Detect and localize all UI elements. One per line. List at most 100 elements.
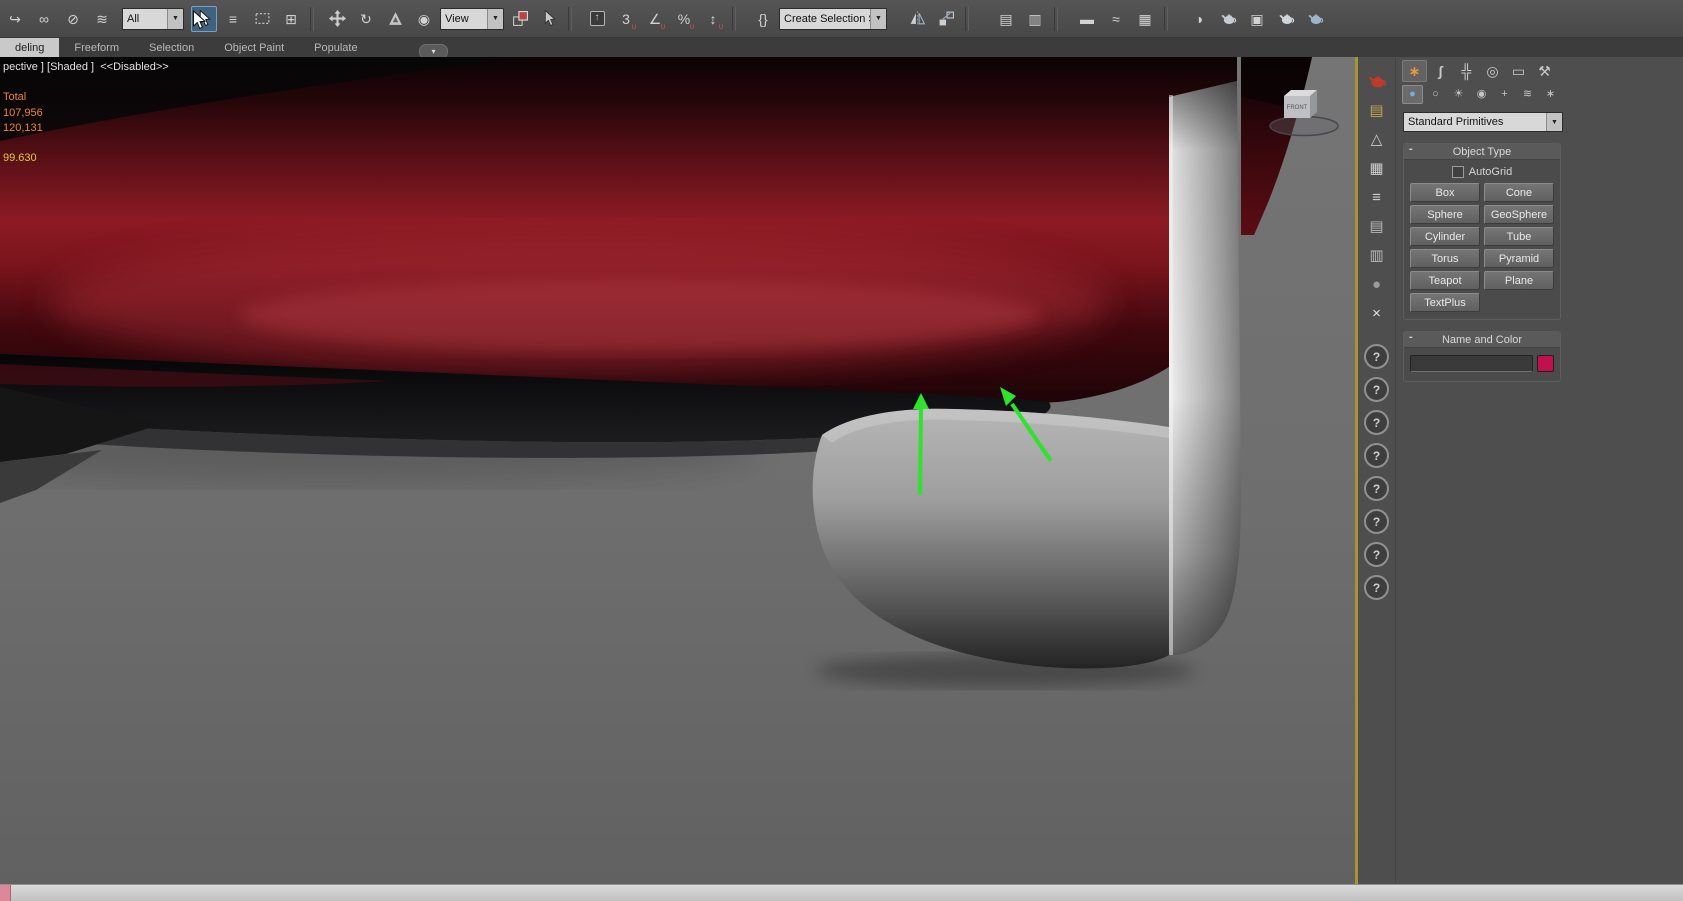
- use-pivot-center-icon[interactable]: [507, 6, 533, 32]
- ribbon-tab-populate[interactable]: Populate: [299, 38, 372, 57]
- box-button[interactable]: Box: [1410, 183, 1480, 202]
- textplus-button[interactable]: TextPlus: [1410, 293, 1480, 312]
- toolbar-separator: [310, 6, 314, 31]
- render-production-icon[interactable]: [1273, 6, 1299, 32]
- bind-to-space-warp-icon[interactable]: ≋: [89, 6, 115, 32]
- stats-total-label: Total: [3, 91, 27, 103]
- help-icon[interactable]: ?: [1364, 344, 1389, 369]
- geometry-category[interactable]: ●: [1402, 85, 1423, 104]
- chevron-down-icon: ▼: [167, 8, 183, 29]
- strip-palette-icon[interactable]: ▤: [1363, 96, 1391, 124]
- strip-layers-icon[interactable]: ≡: [1363, 183, 1391, 211]
- cone-button[interactable]: Cone: [1484, 183, 1554, 202]
- help-icon[interactable]: ?: [1364, 542, 1389, 567]
- strip-bricks-icon[interactable]: ▤: [1363, 212, 1391, 240]
- render-flyout-icon[interactable]: [1302, 6, 1328, 32]
- reference-coordinate-dropdown[interactable]: View ▼: [440, 7, 504, 30]
- motion-tab[interactable]: ◎: [1480, 60, 1505, 82]
- name-color-rollout-header[interactable]: - Name and Color: [1404, 331, 1560, 348]
- align-icon[interactable]: [933, 6, 959, 32]
- curve-editor-icon[interactable]: ≈: [1103, 6, 1129, 32]
- named-selection-set-dropdown[interactable]: Create Selection Se ▼: [779, 7, 887, 30]
- tube-button[interactable]: Tube: [1484, 227, 1554, 246]
- snaps-toggle-icon[interactable]: 3 ∪: [613, 6, 639, 32]
- autogrid-checkbox[interactable]: [1451, 166, 1464, 178]
- select-and-rotate-icon[interactable]: ↻: [353, 6, 379, 32]
- chevron-down-icon: ▼: [487, 8, 503, 29]
- shapes-category[interactable]: ○: [1425, 85, 1446, 104]
- strip-close-icon[interactable]: ×: [1363, 299, 1391, 327]
- systems-category[interactable]: ∗: [1540, 85, 1561, 104]
- viewport[interactable]: pective ] [Shaded ] <<Disabled>> Total 1…: [0, 57, 1355, 884]
- keyboard-override-icon[interactable]: ↑: [584, 6, 610, 32]
- named-selection-sets-icon[interactable]: {}: [750, 6, 776, 32]
- window-crossing-toggle-icon[interactable]: ⊞: [278, 6, 304, 32]
- toolbar-separator: [965, 6, 969, 31]
- ribbon-tab-modeling[interactable]: deling: [0, 38, 60, 57]
- object-color-swatch[interactable]: [1537, 355, 1554, 372]
- cylinder-button[interactable]: Cylinder: [1410, 227, 1480, 246]
- select-and-manipulate-icon[interactable]: [536, 6, 562, 32]
- select-and-place-icon[interactable]: ◉: [411, 6, 437, 32]
- layer-explorer-icon[interactable]: ▥: [1022, 6, 1048, 32]
- select-and-scale-icon[interactable]: [382, 6, 408, 32]
- utilities-tab[interactable]: ⚒: [1532, 60, 1557, 82]
- lights-category[interactable]: ☀: [1448, 85, 1469, 104]
- hierarchy-tab[interactable]: ╬: [1454, 60, 1479, 82]
- help-icon[interactable]: ?: [1364, 509, 1389, 534]
- render-setup-icon[interactable]: [1215, 6, 1241, 32]
- percent-snap-icon[interactable]: % ∪: [671, 6, 697, 32]
- cameras-category[interactable]: ◉: [1471, 85, 1492, 104]
- teapot-button[interactable]: Teapot: [1410, 271, 1480, 290]
- ribbon-tab-freeform[interactable]: Freeform: [59, 38, 134, 57]
- spinner-snap-icon[interactable]: ↕ ∪: [700, 6, 726, 32]
- geosphere-button[interactable]: GeoSphere: [1484, 205, 1554, 224]
- strip-teapot-icon[interactable]: [1363, 67, 1391, 95]
- viewport-label[interactable]: pective ] [Shaded ] <<Disabled>>: [3, 61, 169, 73]
- create-tab[interactable]: ∗: [1402, 60, 1427, 82]
- rendered-frame-window-icon[interactable]: ▣: [1244, 6, 1270, 32]
- plane-button[interactable]: Plane: [1484, 271, 1554, 290]
- rectangular-selection-region-icon[interactable]: [249, 6, 275, 32]
- help-icon[interactable]: ?: [1364, 575, 1389, 600]
- sphere-button[interactable]: Sphere: [1410, 205, 1480, 224]
- create-categories: ● ○ ☀ ◉ + ≋ ∗: [1396, 83, 1683, 108]
- object-type-rollout-header[interactable]: - Object Type: [1404, 143, 1560, 160]
- help-icon[interactable]: ?: [1364, 443, 1389, 468]
- selection-filter-dropdown[interactable]: All ▼: [122, 7, 184, 30]
- mirror-icon[interactable]: [904, 6, 930, 32]
- display-tab[interactable]: ▭: [1506, 60, 1531, 82]
- pyramid-button[interactable]: Pyramid: [1484, 249, 1554, 268]
- status-bar: [0, 884, 1683, 901]
- select-and-link-icon[interactable]: ∞: [31, 6, 57, 32]
- ribbon-tab-selection[interactable]: Selection: [134, 38, 209, 57]
- select-by-name-icon[interactable]: ≡: [220, 6, 246, 32]
- command-panel: ∗ ∫ ╬ ◎ ▭ ⚒ ● ○ ☀ ◉ + ≋ ∗ Standard Primitives ▼ - O…: [1396, 57, 1683, 884]
- strip-ruler-icon[interactable]: △: [1363, 125, 1391, 153]
- scene-explorer-icon[interactable]: ▤: [993, 6, 1019, 32]
- maxscript-mini-listener[interactable]: [0, 885, 11, 901]
- strip-checker-icon[interactable]: ▦: [1363, 154, 1391, 182]
- strip-panel-icon[interactable]: ▥: [1363, 241, 1391, 269]
- help-icon[interactable]: ?: [1364, 377, 1389, 402]
- modify-tab[interactable]: ∫: [1428, 60, 1453, 82]
- ribbon-toggle-icon[interactable]: ▬: [1074, 6, 1100, 32]
- schematic-view-icon[interactable]: ▦: [1132, 6, 1158, 32]
- torus-button[interactable]: Torus: [1410, 249, 1480, 268]
- toolbar-separator: [1164, 6, 1168, 31]
- help-icon[interactable]: ?: [1364, 476, 1389, 501]
- primitives-dropdown[interactable]: Standard Primitives ▼: [1403, 112, 1563, 132]
- select-and-move-icon[interactable]: [324, 6, 350, 32]
- angle-snap-icon[interactable]: ∠ ∪: [642, 6, 668, 32]
- viewcube[interactable]: FRONT: [1268, 83, 1346, 137]
- name-color-row: [1404, 348, 1560, 374]
- help-icon[interactable]: ?: [1364, 410, 1389, 435]
- redo-icon[interactable]: ↪: [2, 6, 28, 32]
- material-editor-icon[interactable]: ◑: [1186, 6, 1212, 32]
- spacewarps-category[interactable]: ≋: [1517, 85, 1538, 104]
- strip-sphere-icon[interactable]: ●: [1363, 270, 1391, 298]
- ribbon-tab-object-paint[interactable]: Object Paint: [209, 38, 299, 57]
- unlink-selection-icon[interactable]: ⊘: [60, 6, 86, 32]
- helpers-category[interactable]: +: [1494, 85, 1515, 104]
- object-name-input[interactable]: [1410, 355, 1533, 372]
